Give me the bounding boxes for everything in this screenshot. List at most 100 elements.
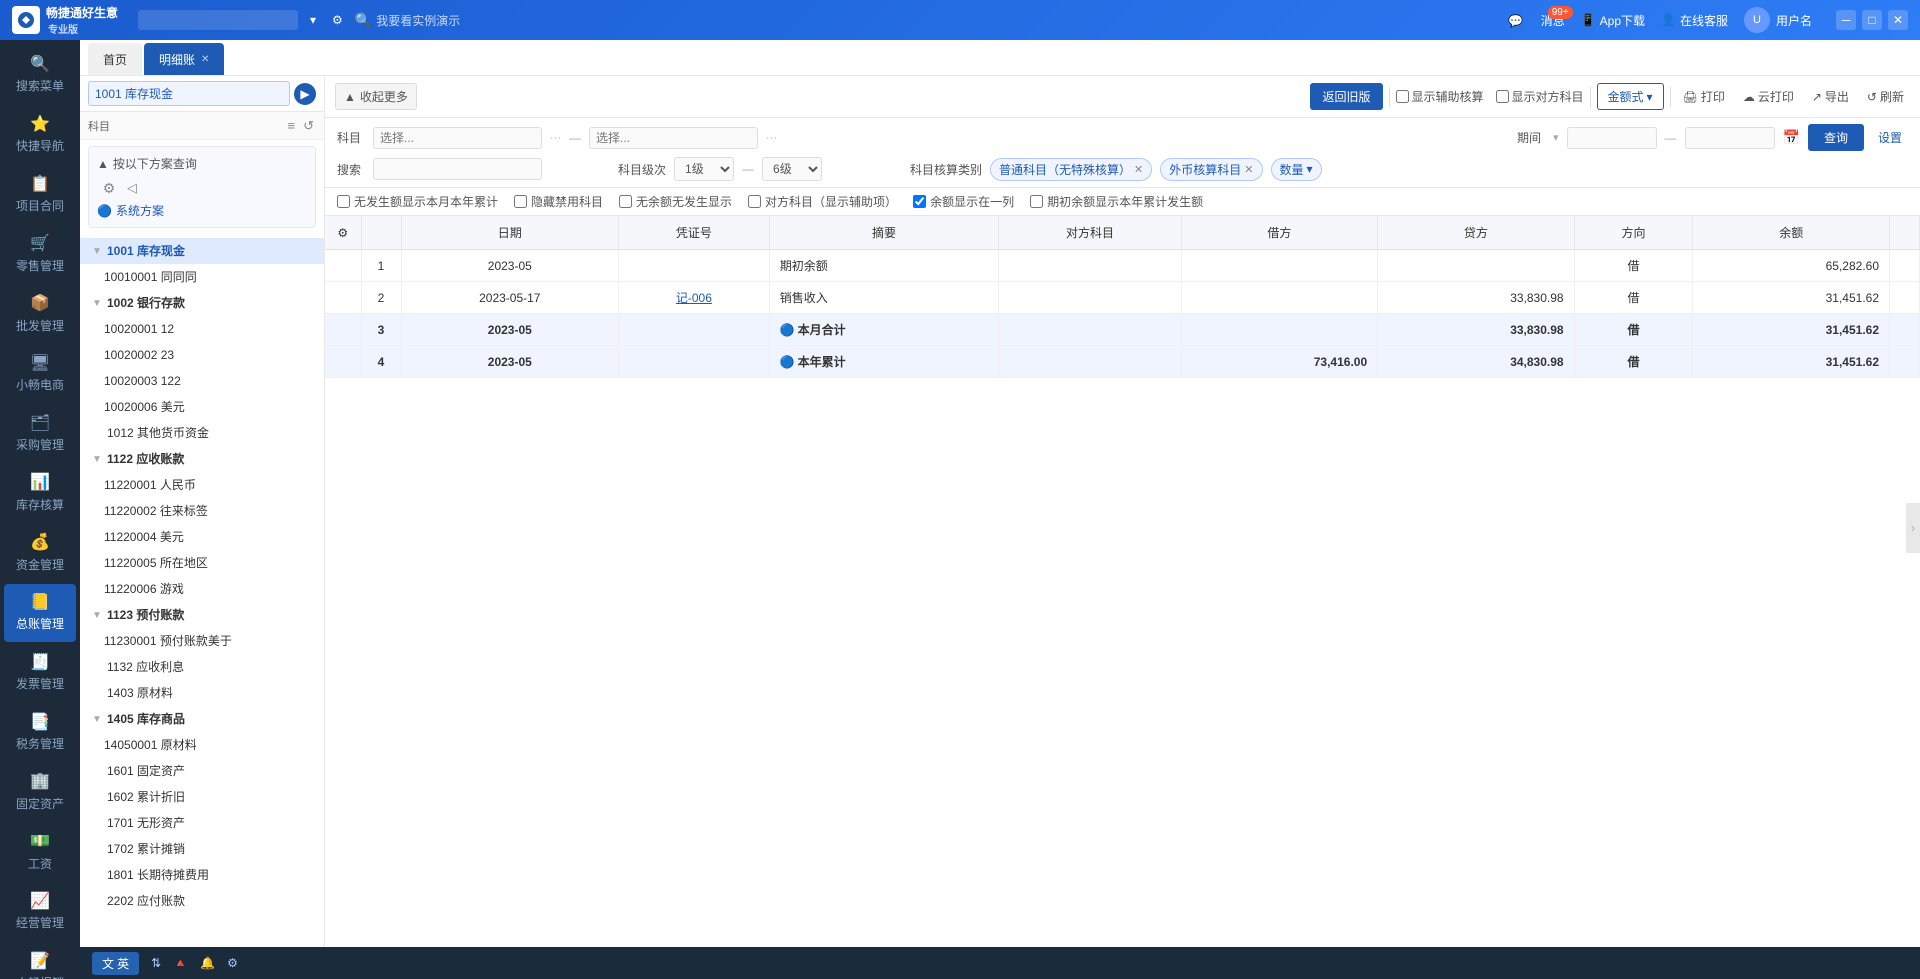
tree-node-10020002[interactable]: 10020002 23 [80,342,324,368]
checkbox-beginning-input[interactable] [1030,195,1043,208]
checkbox-opposite-input[interactable] [748,195,761,208]
tree-node-1601[interactable]: 1601 固定资产 [80,758,324,784]
checkbox-hide-forbidden-input[interactable] [514,195,527,208]
tree-node-11220004[interactable]: 11220004 美元 [80,524,324,550]
sidebar-item-wholesale[interactable]: 📦 批发管理 [4,285,76,343]
tree-node-1405[interactable]: ▼ 1405 库存商品 [80,706,324,732]
app-download-btn[interactable]: 📱 App下载 [1581,12,1645,29]
settings-link-btn[interactable]: 设置 [1872,125,1908,150]
print-btn[interactable]: 🖨 打印 [1677,84,1731,109]
alert-icon[interactable]: 🔔 [200,956,215,970]
cell-voucher-2[interactable]: 记-006 [619,282,770,314]
window-dropdown-btn[interactable]: ▾ [306,9,320,31]
tree-node-1012[interactable]: 1012 其他货币资金 [80,420,324,446]
tag-foreign-close[interactable]: ✕ [1244,163,1253,176]
right-collapse-btn[interactable]: › [1906,503,1920,553]
cloud-status-icon[interactable]: 🔺 [173,956,188,970]
sidebar-item-inventory[interactable]: 📊 库存核算 [4,464,76,522]
tab-ledger[interactable]: 明细账 ✕ [144,43,224,75]
tree-node-1602[interactable]: 1602 累计折旧 [80,784,324,810]
sidebar-item-search[interactable]: 🔍 搜索菜单 [4,46,76,104]
subject-input-2[interactable] [589,127,758,149]
sidebar-item-quick-nav[interactable]: ⭐ 快捷导航 [4,106,76,164]
tree-node-1002[interactable]: ▼ 1002 银行存款 [80,290,324,316]
period-end-input[interactable]: 2023-05 [1685,127,1775,149]
tree-node-1132[interactable]: 1132 应收利息 [80,654,324,680]
checkbox-no-balance-input[interactable] [619,195,632,208]
user-area[interactable]: U 用户名 [1744,7,1812,33]
level-end-select[interactable]: 6级 [762,157,822,181]
period-start-input[interactable]: 2023-05 [1567,127,1657,149]
tag-quantity[interactable]: 数量 ▾ [1271,158,1322,181]
return-old-btn[interactable]: 返回旧版 [1310,83,1382,110]
selected-account-display[interactable]: 1001 库存现金 [88,81,290,106]
sync-icon[interactable]: ⇅ [151,956,161,970]
tree-node-1801[interactable]: 1801 长期待摊费用 [80,862,324,888]
currency-mode-btn[interactable]: 金额式 ▾ [1597,83,1664,110]
calendar-icon[interactable]: 📅 [1783,129,1800,146]
checkbox-balance-single[interactable]: 余额显示在一列 [913,193,1014,210]
show-auxiliary-checkbox[interactable]: 显示辅助核算 [1396,88,1484,105]
messages-btn[interactable]: 💬 99+ 消息 [1508,12,1564,29]
maximize-btn[interactable]: □ [1862,10,1882,30]
subject-input[interactable] [373,127,542,149]
checkbox-balance-single-input[interactable] [913,195,926,208]
query-settings-icon-btn[interactable]: ⚙ [97,176,121,200]
sidebar-item-tax[interactable]: 📑 税务管理 [4,704,76,762]
tree-node-1123[interactable]: ▼ 1123 预付账款 [80,602,324,628]
checkbox-hide-forbidden[interactable]: 隐藏禁用科目 [514,193,603,210]
sidebar-item-salary[interactable]: 💵 工资 [4,823,76,881]
tree-node-1001[interactable]: ▼ 1001 库存现金 [80,238,324,264]
tree-node-10020003[interactable]: 10020003 122 [80,368,324,394]
checkbox-no-occurrence-input[interactable] [337,195,350,208]
checkbox-beginning[interactable]: 期初余额显示本年累计发生额 [1030,193,1203,210]
sidebar-item-invoice[interactable]: 🧾 发票管理 [4,644,76,702]
online-service-btn[interactable]: 👤 在线客服 [1661,12,1728,29]
checkbox-no-occurrence[interactable]: 无发生额显示本月本年累计 [337,193,498,210]
show-opposite-checkbox[interactable]: 显示对方科目 [1496,88,1584,105]
tree-node-11220002[interactable]: 11220002 往来标签 [80,498,324,524]
cloud-print-btn[interactable]: ☁ 云打印 [1737,84,1800,109]
sidebar-item-ecommerce[interactable]: 🖥 小畅电商 [4,345,76,403]
next-account-btn[interactable]: ▶ [294,83,316,105]
tree-node-1701[interactable]: 1701 无形资产 [80,810,324,836]
tree-node-14050001[interactable]: 14050001 原材料 [80,732,324,758]
tree-node-1702[interactable]: 1702 累计摊销 [80,836,324,862]
tree-node-10020001[interactable]: 10020001 12 [80,316,324,342]
tag-foreign[interactable]: 外币核算科目 ✕ [1160,158,1262,181]
system-scheme-btn[interactable]: 🔵 系统方案 [97,202,307,219]
checkbox-no-balance[interactable]: 无余额无发生显示 [619,193,732,210]
tree-node-11220005[interactable]: 11220005 所在地区 [80,550,324,576]
export-btn[interactable]: ↗ 导出 [1806,84,1855,109]
checkbox-opposite[interactable]: 对方科目（显示辅助项） [748,193,897,210]
close-btn[interactable]: ✕ [1888,10,1908,30]
window-title-input[interactable] [138,10,298,30]
sidebar-item-sales-report[interactable]: 📝 小畅报销 [4,943,76,979]
sidebar-item-fund[interactable]: 💰 资金管理 [4,524,76,582]
voucher-link[interactable]: 记-006 [676,291,712,305]
level-start-select[interactable]: 1级 [674,157,734,181]
tab-close-icon[interactable]: ✕ [201,54,209,65]
sidebar-item-purchase[interactable]: 🗂 采购管理 [4,405,76,463]
query-collapse-btn[interactable]: ◁ [125,178,139,198]
tree-node-11220001[interactable]: 11220001 人民币 [80,472,324,498]
sidebar-item-retail[interactable]: 🛒 零售管理 [4,225,76,283]
settings-btn[interactable]: ⚙ [328,9,347,31]
tree-node-11230001[interactable]: 11230001 预付账款美于 [80,628,324,654]
query-btn[interactable]: 查询 [1808,124,1864,151]
settings-status-icon[interactable]: ⚙ [227,956,238,970]
tree-refresh-btn[interactable]: ↺ [301,116,316,136]
expand-more-btn[interactable]: ▲ 收起更多 [335,83,417,110]
sidebar-item-operations[interactable]: 📈 经营管理 [4,883,76,941]
sidebar-item-fixed-assets[interactable]: 🏢 固定资产 [4,763,76,821]
tree-node-11220006[interactable]: 11220006 游戏 [80,576,324,602]
sidebar-item-project[interactable]: 📋 项目合同 [4,166,76,224]
sidebar-item-general[interactable]: 📒 总账管理 [4,584,76,642]
tag-normal[interactable]: 普通科目（无特殊核算） ✕ [990,158,1152,181]
search-input[interactable] [373,158,542,180]
minimize-btn[interactable]: ─ [1836,10,1856,30]
tab-home[interactable]: 首页 [88,43,142,75]
tree-node-1122[interactable]: ▼ 1122 应收账款 [80,446,324,472]
tag-normal-close[interactable]: ✕ [1134,163,1143,176]
tree-layout-btn[interactable]: ≡ [286,116,298,135]
